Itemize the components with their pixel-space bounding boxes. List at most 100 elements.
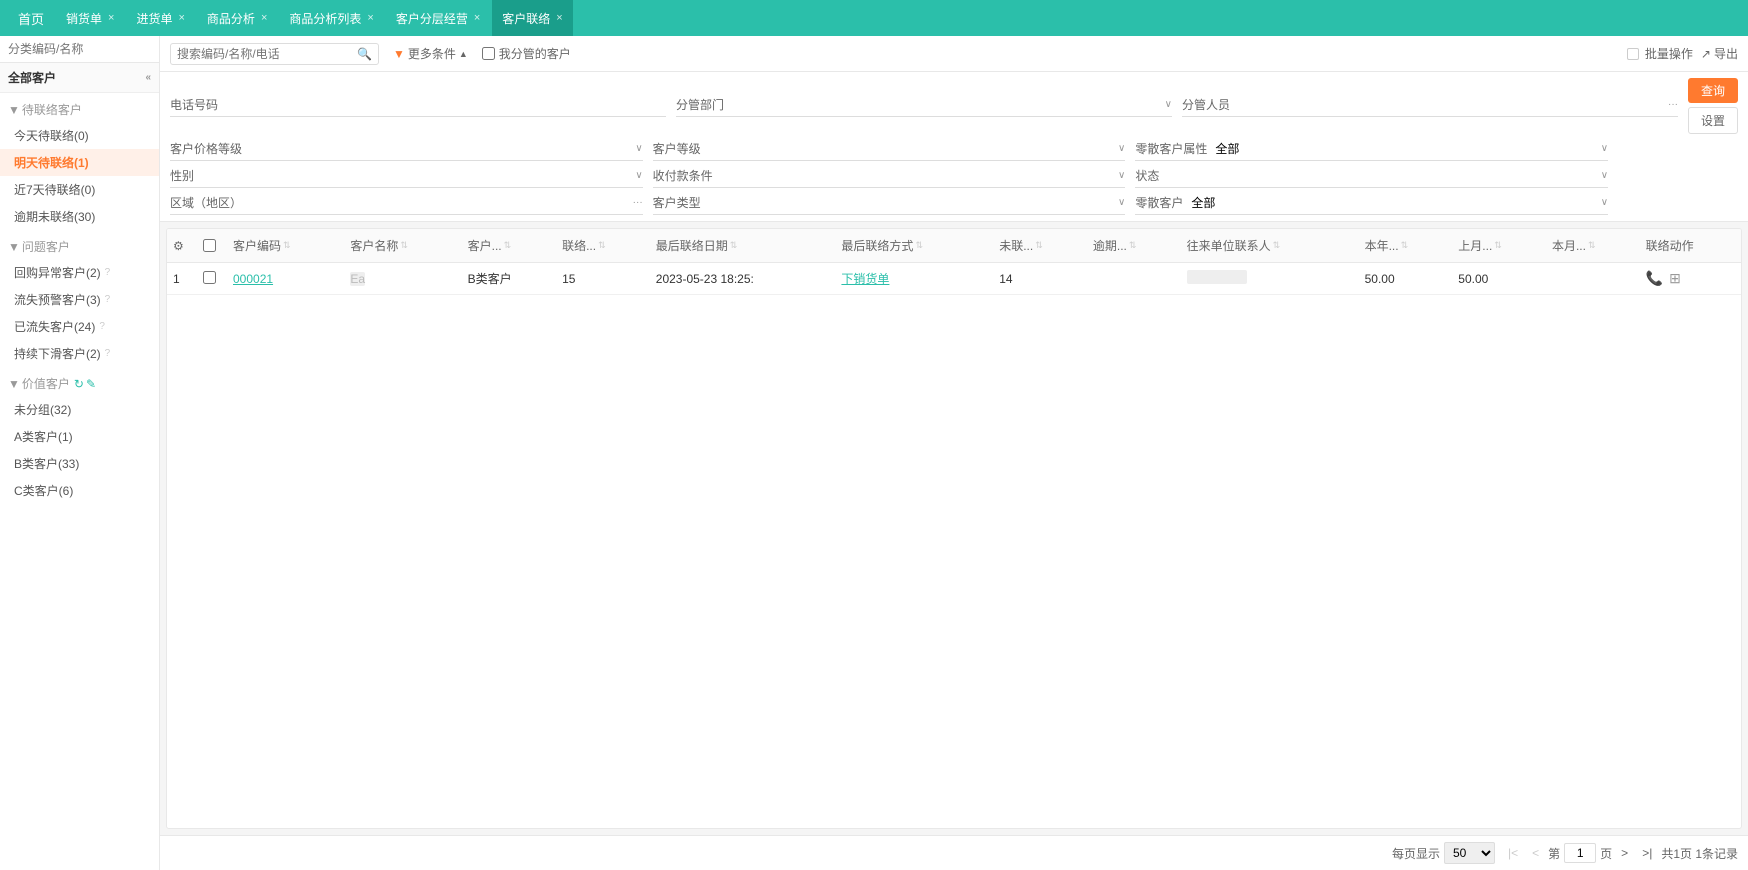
close-sales-tab[interactable]: × (108, 12, 114, 24)
customer-type-filter[interactable]: 客户类型 ∨ (653, 194, 1126, 215)
all-customers-label: 全部客户 (8, 69, 56, 86)
sidebar-item-class-b[interactable]: B类客户(33) (0, 450, 159, 477)
row-checkbox[interactable] (197, 263, 227, 295)
first-page-button[interactable]: |< (1503, 844, 1523, 862)
select-all-checkbox[interactable] (203, 239, 216, 252)
chevron-up-icon: ▲ (459, 49, 468, 59)
next-page-button[interactable]: > (1616, 844, 1633, 862)
sort-icon-contact[interactable]: ⇅ (598, 240, 606, 251)
top-navigation: 首页 销货单 × 进货单 × 商品分析 × 商品分析列表 × 客户分层经营 × … (0, 0, 1748, 36)
row-uncontacted: 14 (993, 263, 1087, 295)
customer-code-link[interactable]: 000021 (233, 272, 273, 286)
sidebar-item-class-c[interactable]: C类客户(6) (0, 477, 159, 504)
nav-product-analysis[interactable]: 商品分析 × (197, 0, 277, 36)
sidebar-item-ungrouped[interactable]: 未分组(32) (0, 396, 159, 423)
set-button[interactable]: 设置 (1688, 107, 1738, 134)
sort-icon-last-month[interactable]: ⇅ (1494, 240, 1502, 251)
payment-filter[interactable]: 收付款条件 ∨ (653, 167, 1126, 188)
col-this-year: 本年... ⇅ (1359, 229, 1453, 263)
nav-product-analysis-list[interactable]: 商品分析列表 × (279, 0, 383, 36)
close-purchase-tab[interactable]: × (178, 12, 184, 24)
edit-icon[interactable]: ✎ (86, 377, 96, 391)
manager-filter[interactable]: 分管人员 ··· (1182, 96, 1678, 117)
customer-grade-filter[interactable]: 客户等级 ∨ (653, 140, 1126, 161)
row-select-checkbox[interactable] (203, 271, 216, 284)
sort-icon-last-method[interactable]: ⇅ (915, 240, 923, 251)
export-button[interactable]: ↗ 导出 (1701, 45, 1738, 62)
nav-sales[interactable]: 销货单 × (56, 0, 124, 36)
gender-chevron-icon: ∨ (635, 170, 642, 181)
area-filter[interactable]: 区域（地区） ··· (170, 194, 643, 215)
status-chevron-icon: ∨ (1601, 170, 1608, 181)
col-type: 客户... ⇅ (462, 229, 556, 263)
toolbar-right: 批量操作 ↗ 导出 (1627, 45, 1738, 62)
gender-filter[interactable]: 性别 ∨ (170, 167, 643, 188)
pagination: |< < 第 页 > >| 共1页 1条记录 (1503, 843, 1738, 863)
retail-attr-filter[interactable]: 零散客户属性 全部 ∨ (1135, 140, 1608, 161)
sort-icon-code[interactable]: ⇅ (283, 240, 291, 251)
sidebar-item-class-a[interactable]: A类客户(1) (0, 423, 159, 450)
last-contact-method-link[interactable]: 下销货单 (841, 272, 889, 286)
nav-customer-contact[interactable]: 客户联络 × (492, 0, 572, 36)
col-settings[interactable]: ⚙ (167, 229, 197, 263)
close-customer-contact-tab[interactable]: × (556, 12, 562, 24)
prev-page-button[interactable]: < (1527, 844, 1544, 862)
all-customers-header[interactable]: 全部客户 « (0, 63, 159, 93)
price-grade-filter[interactable]: 客户价格等级 ∨ (170, 140, 643, 161)
price-grade-chevron-icon: ∨ (635, 143, 642, 154)
sidebar-item-7day-pending[interactable]: 近7天待联络(0) (0, 176, 159, 203)
status-label: 状态 (1135, 167, 1159, 184)
sort-icon-unit-contact[interactable]: ⇅ (1273, 240, 1281, 251)
close-customer-tier-tab[interactable]: × (474, 12, 480, 24)
retail-customer-filter[interactable]: 零散客户 全部 ∨ (1135, 194, 1608, 215)
close-product-analysis-list-tab[interactable]: × (367, 12, 373, 24)
status-filter[interactable]: 状态 ∨ (1135, 167, 1608, 188)
search-input[interactable] (177, 47, 357, 61)
last-page-button[interactable]: >| (1637, 844, 1657, 862)
page-number-input[interactable] (1564, 843, 1596, 863)
sidebar-item-today-pending[interactable]: 今天待联络(0) (0, 122, 159, 149)
query-button[interactable]: 查询 (1688, 78, 1738, 103)
sort-icon-type[interactable]: ⇅ (504, 240, 512, 251)
sort-icon-overdue[interactable]: ⇅ (1129, 240, 1137, 251)
dept-chevron-icon: ∨ (1165, 99, 1172, 110)
sidebar-item-churned[interactable]: 已流失客户(24) ? (0, 313, 159, 340)
dept-filter[interactable]: 分管部门 ∨ (676, 96, 1172, 117)
more-filter-button[interactable]: ▼ 更多条件 ▲ (387, 42, 474, 65)
sort-icon-this-year[interactable]: ⇅ (1401, 240, 1409, 251)
nav-customer-tier[interactable]: 客户分层经营 × (386, 0, 490, 36)
sort-icon-name[interactable]: ⇅ (400, 240, 408, 251)
sidebar-item-tomorrow-pending[interactable]: 明天待联络(1) (0, 149, 159, 176)
page-size-selector: 每页显示 50 100 200 (1392, 842, 1495, 864)
nav-home[interactable]: 首页 (8, 0, 54, 36)
customer-grade-chevron-icon: ∨ (1118, 143, 1125, 154)
grid-action-icon[interactable]: ⊞ (1669, 270, 1681, 287)
col-checkbox[interactable] (197, 229, 227, 263)
refresh-icon[interactable]: ↻ (74, 377, 84, 391)
page-size-select[interactable]: 50 100 200 (1444, 842, 1495, 864)
table-row: 1 000021 Ea B类客户 15 2023-05-23 18:25: 下销… (167, 263, 1741, 295)
help-icon-1: ? (105, 294, 111, 305)
sort-icon-uncontacted[interactable]: ⇅ (1035, 240, 1043, 251)
sidebar-item-overdue-pending[interactable]: 逾期未联络(30) (0, 203, 159, 230)
page-unit: 页 (1600, 845, 1612, 862)
sidebar-item-abnormal-repurchase[interactable]: 回购异常客户(2) ? (0, 259, 159, 286)
row-last-contact-method: 下销货单 (835, 263, 993, 295)
price-grade-label: 客户价格等级 (170, 140, 242, 157)
sort-icon-last-date[interactable]: ⇅ (730, 240, 738, 251)
customer-type-label: 客户类型 (653, 194, 701, 211)
batch-operation-button[interactable]: 批量操作 (1627, 45, 1693, 62)
my-customers-checkbox[interactable] (482, 47, 495, 60)
phone-action-icon[interactable]: 📞 (1646, 270, 1663, 287)
close-product-analysis-tab[interactable]: × (261, 12, 267, 24)
phone-input[interactable] (224, 97, 666, 111)
retail-attr-chevron-icon: ∨ (1601, 143, 1608, 154)
sidebar-item-declining[interactable]: 持续下滑客户(2) ? (0, 340, 159, 367)
search-icon[interactable]: 🔍 (357, 47, 372, 61)
phone-filter: 电话号码 (170, 96, 666, 117)
sidebar-search-input[interactable] (8, 42, 160, 56)
nav-purchase[interactable]: 进货单 × (126, 0, 194, 36)
sort-icon-this-month[interactable]: ⇅ (1588, 240, 1596, 251)
my-customers-checkbox-label[interactable]: 我分管的客户 (482, 45, 571, 62)
sidebar-item-churn-warning[interactable]: 流失预警客户(3) ? (0, 286, 159, 313)
